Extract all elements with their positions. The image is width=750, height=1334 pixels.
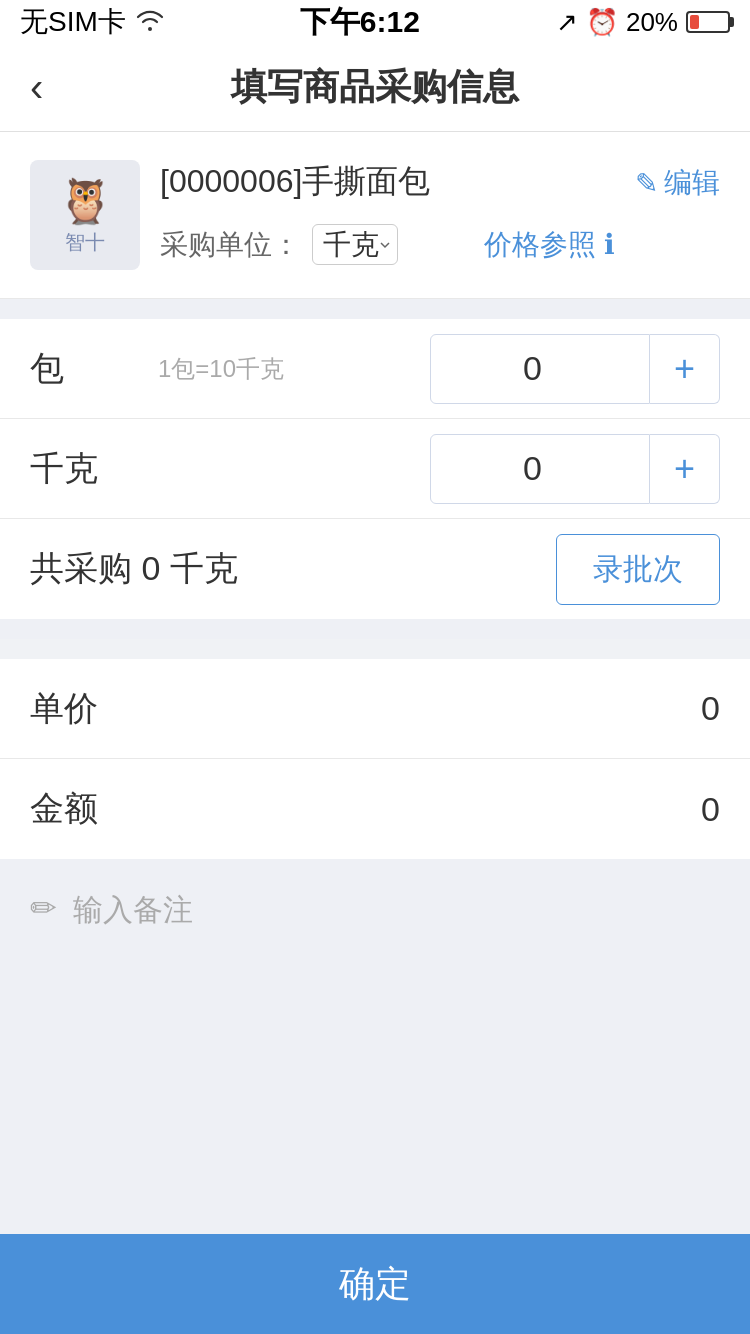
- kg-row: 千克 +: [0, 419, 750, 519]
- confirm-bar[interactable]: 确定: [0, 1234, 750, 1334]
- carrier-label: 无SIM卡: [20, 3, 126, 41]
- location-icon: ↗: [556, 7, 578, 38]
- alarm-icon: ⏰: [586, 7, 618, 38]
- price-row: 单价 0: [0, 659, 750, 759]
- total-label: 共采购 0 千克: [30, 546, 238, 592]
- edit-icon: ✎: [635, 167, 658, 200]
- info-icon: ℹ: [604, 228, 615, 261]
- status-right: ↗ ⏰ 20%: [556, 7, 730, 38]
- unit-row: 采购单位： 千克: [160, 224, 398, 265]
- product-name: [0000006]手撕面包: [160, 160, 615, 204]
- input-section: 包 1包=10千克 + 千克 +: [0, 319, 750, 519]
- batch-button[interactable]: 录批次: [556, 534, 720, 605]
- pack-input[interactable]: [430, 334, 650, 404]
- unit-label: 采购单位：: [160, 226, 300, 264]
- pack-input-group: +: [430, 334, 720, 404]
- pack-sublabel: 1包=10千克: [158, 353, 284, 385]
- pack-label: 包: [30, 346, 150, 392]
- amount-value: 0: [701, 790, 720, 829]
- battery-percent: 20%: [626, 7, 678, 38]
- total-row: 共采购 0 千克 录批次: [0, 519, 750, 619]
- nav-bar: ‹ 填写商品采购信息: [0, 44, 750, 132]
- pencil-icon: ✏: [30, 889, 57, 927]
- confirm-label: 确定: [339, 1260, 411, 1309]
- product-card: 🦉 智十 [0000006]手撕面包 采购单位： 千克 价格参照 ℹ: [0, 132, 750, 299]
- product-right: ✎ 编辑: [635, 160, 720, 202]
- amount-row: 金额 0: [0, 759, 750, 859]
- price-ref-button[interactable]: 价格参照 ℹ: [484, 226, 615, 264]
- note-section[interactable]: ✏ 输入备注: [0, 859, 750, 979]
- product-meta: 采购单位： 千克 价格参照 ℹ: [160, 224, 615, 265]
- status-left: 无SIM卡: [20, 3, 164, 41]
- price-label: 单价: [30, 686, 98, 732]
- note-placeholder: 输入备注: [73, 889, 193, 931]
- info-section: 单价 0 金额 0: [0, 659, 750, 859]
- kg-input[interactable]: [430, 434, 650, 504]
- pack-plus-button[interactable]: +: [650, 334, 720, 404]
- wifi-icon: [136, 6, 164, 38]
- battery-icon: [686, 11, 730, 33]
- price-value: 0: [701, 689, 720, 728]
- kg-plus-button[interactable]: +: [650, 434, 720, 504]
- back-button[interactable]: ‹: [30, 65, 43, 110]
- section-divider-1: [0, 299, 750, 319]
- product-thumbnail: 🦉 智十: [30, 160, 140, 270]
- kg-label: 千克: [30, 446, 150, 492]
- edit-button[interactable]: ✎ 编辑: [635, 164, 720, 202]
- page-title: 填写商品采购信息: [231, 63, 519, 112]
- status-time: 下午6:12: [300, 2, 420, 43]
- kg-input-group: +: [430, 434, 720, 504]
- section-divider-2: [0, 619, 750, 639]
- status-bar: 无SIM卡 下午6:12 ↗ ⏰ 20%: [0, 0, 750, 44]
- pack-row: 包 1包=10千克 +: [0, 319, 750, 419]
- amount-label: 金额: [30, 786, 98, 832]
- product-info: [0000006]手撕面包 采购单位： 千克 价格参照 ℹ: [160, 160, 615, 265]
- unit-select[interactable]: 千克: [312, 224, 398, 265]
